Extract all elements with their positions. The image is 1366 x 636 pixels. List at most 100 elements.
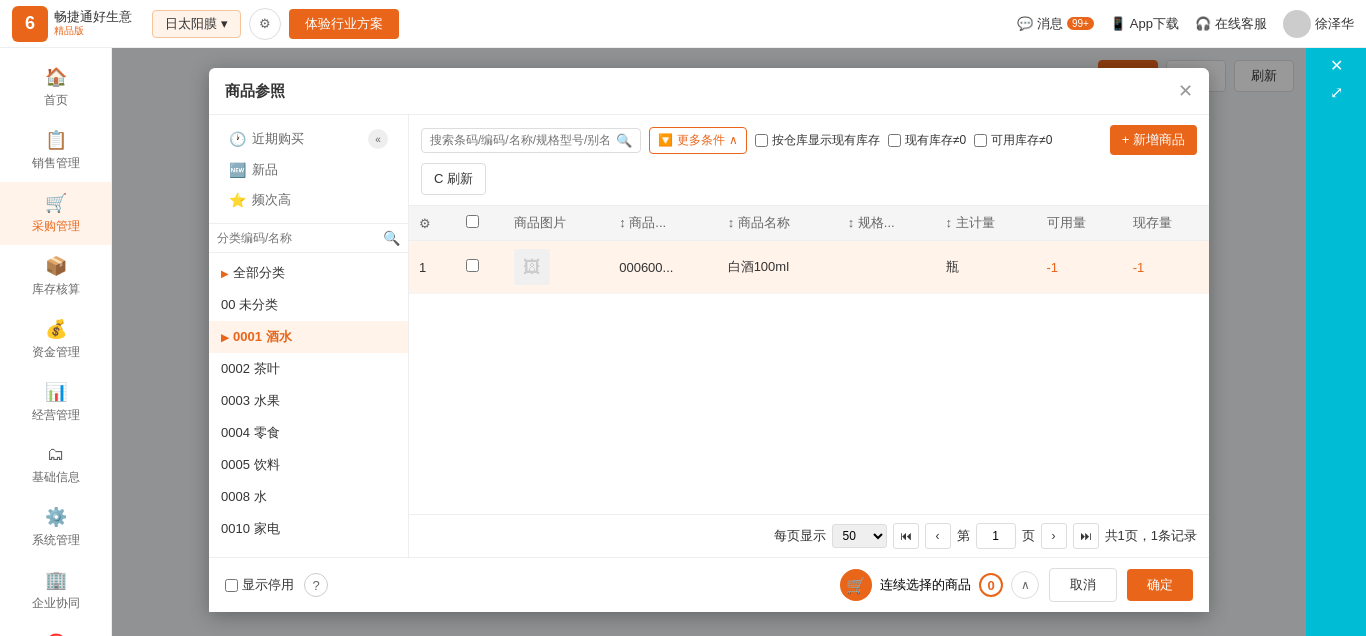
col-available: 可用量 bbox=[1037, 206, 1123, 241]
cell-num: 1 bbox=[409, 241, 456, 294]
online-service-item[interactable]: 🎧 在线客服 bbox=[1195, 15, 1267, 33]
per-page-label: 每页显示 bbox=[774, 527, 826, 545]
sidebar-item-system[interactable]: ⚙️ 系统管理 bbox=[0, 496, 111, 559]
sales-icon: 📋 bbox=[45, 129, 67, 151]
expand-icon[interactable]: ⤢ bbox=[1330, 83, 1343, 102]
checkbox-available-stock-input[interactable] bbox=[974, 134, 987, 147]
product-table-wrap: ⚙ 商品图片 ↕ 商品... ↕ 商品名称 ↕ 规格... ↕ 主计量 可用量 bbox=[409, 206, 1209, 514]
category-00[interactable]: 00 未分类 bbox=[209, 289, 408, 321]
checkbox-current-stock: 现有库存≠0 bbox=[888, 132, 966, 149]
checkbox-current-stock-label: 现有库存≠0 bbox=[905, 132, 966, 149]
first-page-btn[interactable]: ⏮ bbox=[893, 523, 919, 549]
category-0002[interactable]: 0002 茶叶 bbox=[209, 353, 408, 385]
sidebar-item-enterprise[interactable]: 🏢 企业协同 bbox=[0, 559, 111, 622]
sidebar-item-purchase[interactable]: 🛒 采购管理 bbox=[0, 182, 111, 245]
next-page-btn[interactable]: › bbox=[1041, 523, 1067, 549]
filter-recent-label: 近期购买 bbox=[252, 130, 304, 148]
category-0005[interactable]: 0005 饮料 bbox=[209, 449, 408, 481]
category-0003[interactable]: 0003 水果 bbox=[209, 385, 408, 417]
product-search-input[interactable] bbox=[430, 133, 612, 147]
user-item[interactable]: 徐泽华 bbox=[1283, 10, 1354, 38]
filter-frequent[interactable]: ⭐ 频次高 bbox=[217, 185, 400, 215]
mobile-icon: 📱 bbox=[1110, 16, 1126, 31]
operations-icon: 📊 bbox=[45, 381, 67, 403]
sidebar-item-sales[interactable]: 📋 销售管理 bbox=[0, 119, 111, 182]
per-page-select[interactable]: 50 10 20 100 bbox=[832, 524, 887, 548]
category-00-label: 00 未分类 bbox=[221, 296, 278, 314]
sidebar-item-base[interactable]: 🗂 基础信息 bbox=[0, 434, 111, 496]
checkbox-current-stock-input[interactable] bbox=[888, 134, 901, 147]
category-all[interactable]: ▶ 全部分类 bbox=[209, 257, 408, 289]
sidebar-item-purchase-label: 采购管理 bbox=[32, 218, 80, 235]
sidebar-item-inventory[interactable]: 📦 库存核算 bbox=[0, 245, 111, 308]
category-0003-label: 0003 水果 bbox=[221, 392, 280, 410]
table-row[interactable]: 1 🖼 000600... 白酒100ml bbox=[409, 241, 1209, 294]
filter-recent[interactable]: 🕐 近期购买 « bbox=[217, 123, 400, 155]
cell-unit: 瓶 bbox=[936, 241, 1037, 294]
select-all-checkbox[interactable] bbox=[466, 215, 479, 228]
checkbox-available-stock: 可用库存≠0 bbox=[974, 132, 1052, 149]
sidebar-item-home[interactable]: 🏠 首页 bbox=[0, 56, 111, 119]
sidebar-item-guide[interactable]: 🎯 新手引导 bbox=[0, 622, 111, 636]
cell-img: 🖼 bbox=[504, 241, 609, 294]
row-checkbox[interactable] bbox=[466, 259, 479, 272]
filter-icon: 🔽 bbox=[658, 133, 673, 147]
more-filter-label: 更多条件 bbox=[677, 132, 725, 149]
cart-count: 0 bbox=[979, 573, 1003, 597]
purchase-icon: 🛒 bbox=[45, 192, 67, 214]
finance-icon: 💰 bbox=[45, 318, 67, 340]
nav-dropdown[interactable]: 日太阳膜 ▾ bbox=[152, 10, 241, 38]
modal-close-button[interactable]: ✕ bbox=[1178, 80, 1193, 102]
confirm-btn[interactable]: 确定 bbox=[1127, 569, 1193, 601]
category-0010[interactable]: 0010 家电 bbox=[209, 513, 408, 545]
messages-item[interactable]: 💬 消息 99+ bbox=[1017, 15, 1094, 33]
cart-area: 🛒 连续选择的商品 0 ∧ bbox=[840, 569, 1039, 601]
cart-icon[interactable]: 🛒 bbox=[840, 569, 872, 601]
collapse-cart-btn[interactable]: ∧ bbox=[1011, 571, 1039, 599]
filter-frequent-label: 频次高 bbox=[252, 191, 291, 209]
category-search-icon[interactable]: 🔍 bbox=[383, 230, 400, 246]
main-layout: 🏠 首页 📋 销售管理 🛒 采购管理 📦 库存核算 💰 资金管理 📊 经营管理 … bbox=[0, 48, 1366, 636]
base-icon: 🗂 bbox=[47, 444, 65, 465]
close-panel-icon[interactable]: ✕ bbox=[1330, 56, 1343, 75]
sidebar-item-sales-label: 销售管理 bbox=[32, 155, 80, 172]
category-search-input[interactable] bbox=[217, 231, 379, 245]
checkbox-inventory-input[interactable] bbox=[755, 134, 768, 147]
top-nav: 6 畅捷通好生意 精品版 日太阳膜 ▾ ⚙ 体验行业方案 💬 消息 99+ 📱 … bbox=[0, 0, 1366, 48]
filter-new[interactable]: 🆕 新品 bbox=[217, 155, 400, 185]
last-page-btn[interactable]: ⏭ bbox=[1073, 523, 1099, 549]
col-settings[interactable]: ⚙ bbox=[409, 206, 456, 241]
home-icon: 🏠 bbox=[45, 66, 67, 88]
avatar bbox=[1283, 10, 1311, 38]
col-code[interactable]: ↕ 商品... bbox=[609, 206, 717, 241]
nav-gear-button[interactable]: ⚙ bbox=[249, 8, 281, 40]
collapse-left-btn[interactable]: « bbox=[368, 129, 388, 149]
content-area: 查询 设置 刷新 商品参照 ✕ 🕐 bbox=[112, 48, 1306, 636]
category-0001[interactable]: ▶ 0001 酒水 bbox=[209, 321, 408, 353]
col-unit[interactable]: ↕ 主计量 bbox=[936, 206, 1037, 241]
cancel-btn[interactable]: 取消 bbox=[1049, 568, 1117, 602]
nav-dropdown-label: 日太阳膜 bbox=[165, 15, 217, 33]
product-table: ⚙ 商品图片 ↕ 商品... ↕ 商品名称 ↕ 规格... ↕ 主计量 可用量 bbox=[409, 206, 1209, 294]
app-download-item[interactable]: 📱 App下载 bbox=[1110, 15, 1179, 33]
cell-checkbox bbox=[456, 241, 504, 294]
modal-footer: 显示停用 ? 🛒 连续选择的商品 0 ∧ 取消 确定 bbox=[209, 557, 1209, 612]
cell-code: 000600... bbox=[609, 241, 717, 294]
more-filter-btn[interactable]: 🔽 更多条件 ∧ bbox=[649, 127, 747, 154]
category-0008[interactable]: 0008 水 bbox=[209, 481, 408, 513]
add-product-btn[interactable]: + 新增商品 bbox=[1110, 125, 1197, 155]
col-spec[interactable]: ↕ 规格... bbox=[838, 206, 936, 241]
col-name[interactable]: ↕ 商品名称 bbox=[718, 206, 838, 241]
category-0004[interactable]: 0004 零食 bbox=[209, 417, 408, 449]
refresh-btn[interactable]: C 刷新 bbox=[421, 163, 486, 195]
page-input[interactable] bbox=[976, 523, 1016, 549]
show-disabled-checkbox[interactable] bbox=[225, 579, 238, 592]
sidebar-item-finance[interactable]: 💰 资金管理 bbox=[0, 308, 111, 371]
search-icon[interactable]: 🔍 bbox=[616, 133, 632, 148]
experience-btn[interactable]: 体验行业方案 bbox=[289, 9, 399, 39]
sidebar-item-operations[interactable]: 📊 经营管理 bbox=[0, 371, 111, 434]
prev-page-btn[interactable]: ‹ bbox=[925, 523, 951, 549]
page-label: 第 bbox=[957, 527, 970, 545]
cell-available: -1 bbox=[1037, 241, 1123, 294]
help-button[interactable]: ? bbox=[304, 573, 328, 597]
